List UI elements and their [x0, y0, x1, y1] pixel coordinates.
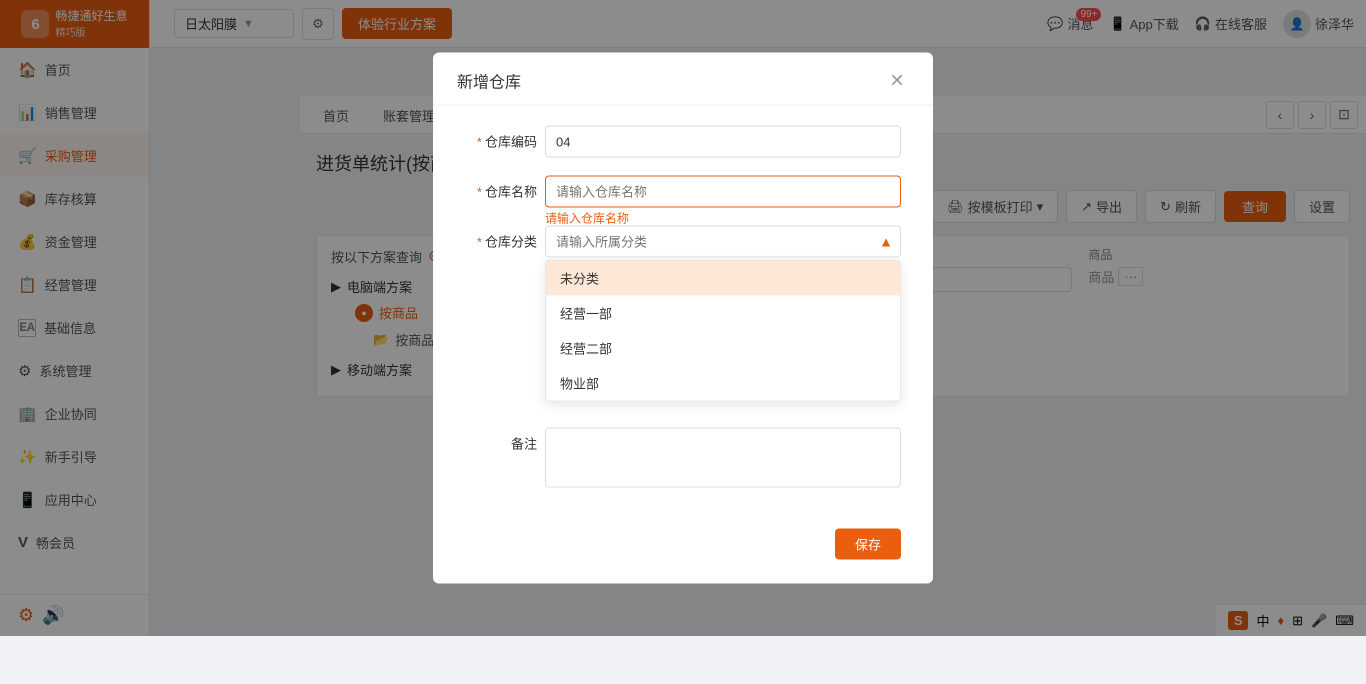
modal-header: 新增仓库 ✕ — [433, 53, 933, 106]
dropdown-item-dept1[interactable]: 经营一部 — [546, 296, 900, 331]
modal-footer: 保存 — [433, 529, 933, 560]
category-dropdown: 未分类 经营一部 经营二部 物业部 — [545, 260, 901, 402]
category-label: 仓库分类 — [465, 226, 545, 251]
add-warehouse-modal: 新增仓库 ✕ 仓库编码 仓库名称 请输入仓库名称 仓库分类 ▲ — [433, 53, 933, 584]
name-input[interactable] — [545, 176, 901, 208]
dropdown-item-property[interactable]: 物业部 — [546, 366, 900, 401]
category-input[interactable] — [545, 226, 901, 258]
save-button[interactable]: 保存 — [835, 529, 901, 560]
note-label: 备注 — [465, 428, 545, 453]
code-label: 仓库编码 — [465, 126, 545, 151]
form-row-code: 仓库编码 — [465, 126, 901, 158]
category-field-wrap: ▲ 未分类 经营一部 经营二部 物业部 — [545, 226, 901, 258]
form-row-name: 仓库名称 请输入仓库名称 — [465, 176, 901, 208]
note-textarea[interactable] — [545, 428, 901, 488]
dropdown-item-dept2[interactable]: 经营二部 — [546, 331, 900, 366]
form-row-note: 备注 — [465, 428, 901, 491]
note-field-wrap — [545, 428, 901, 491]
modal-title: 新增仓库 — [457, 69, 521, 93]
modal-close-button[interactable]: ✕ — [885, 69, 909, 93]
dropdown-item-uncategorized[interactable]: 未分类 — [546, 261, 900, 296]
name-field-wrap: 请输入仓库名称 — [545, 176, 901, 208]
chevron-up-icon[interactable]: ▲ — [879, 234, 893, 250]
name-error: 请输入仓库名称 — [545, 210, 629, 227]
form-row-category: 仓库分类 ▲ 未分类 经营一部 经营二部 物业部 — [465, 226, 901, 258]
name-label: 仓库名称 — [465, 176, 545, 201]
code-field-wrap — [545, 126, 901, 158]
code-input[interactable] — [545, 126, 901, 158]
modal-body: 仓库编码 仓库名称 请输入仓库名称 仓库分类 ▲ 未分类 — [433, 106, 933, 529]
